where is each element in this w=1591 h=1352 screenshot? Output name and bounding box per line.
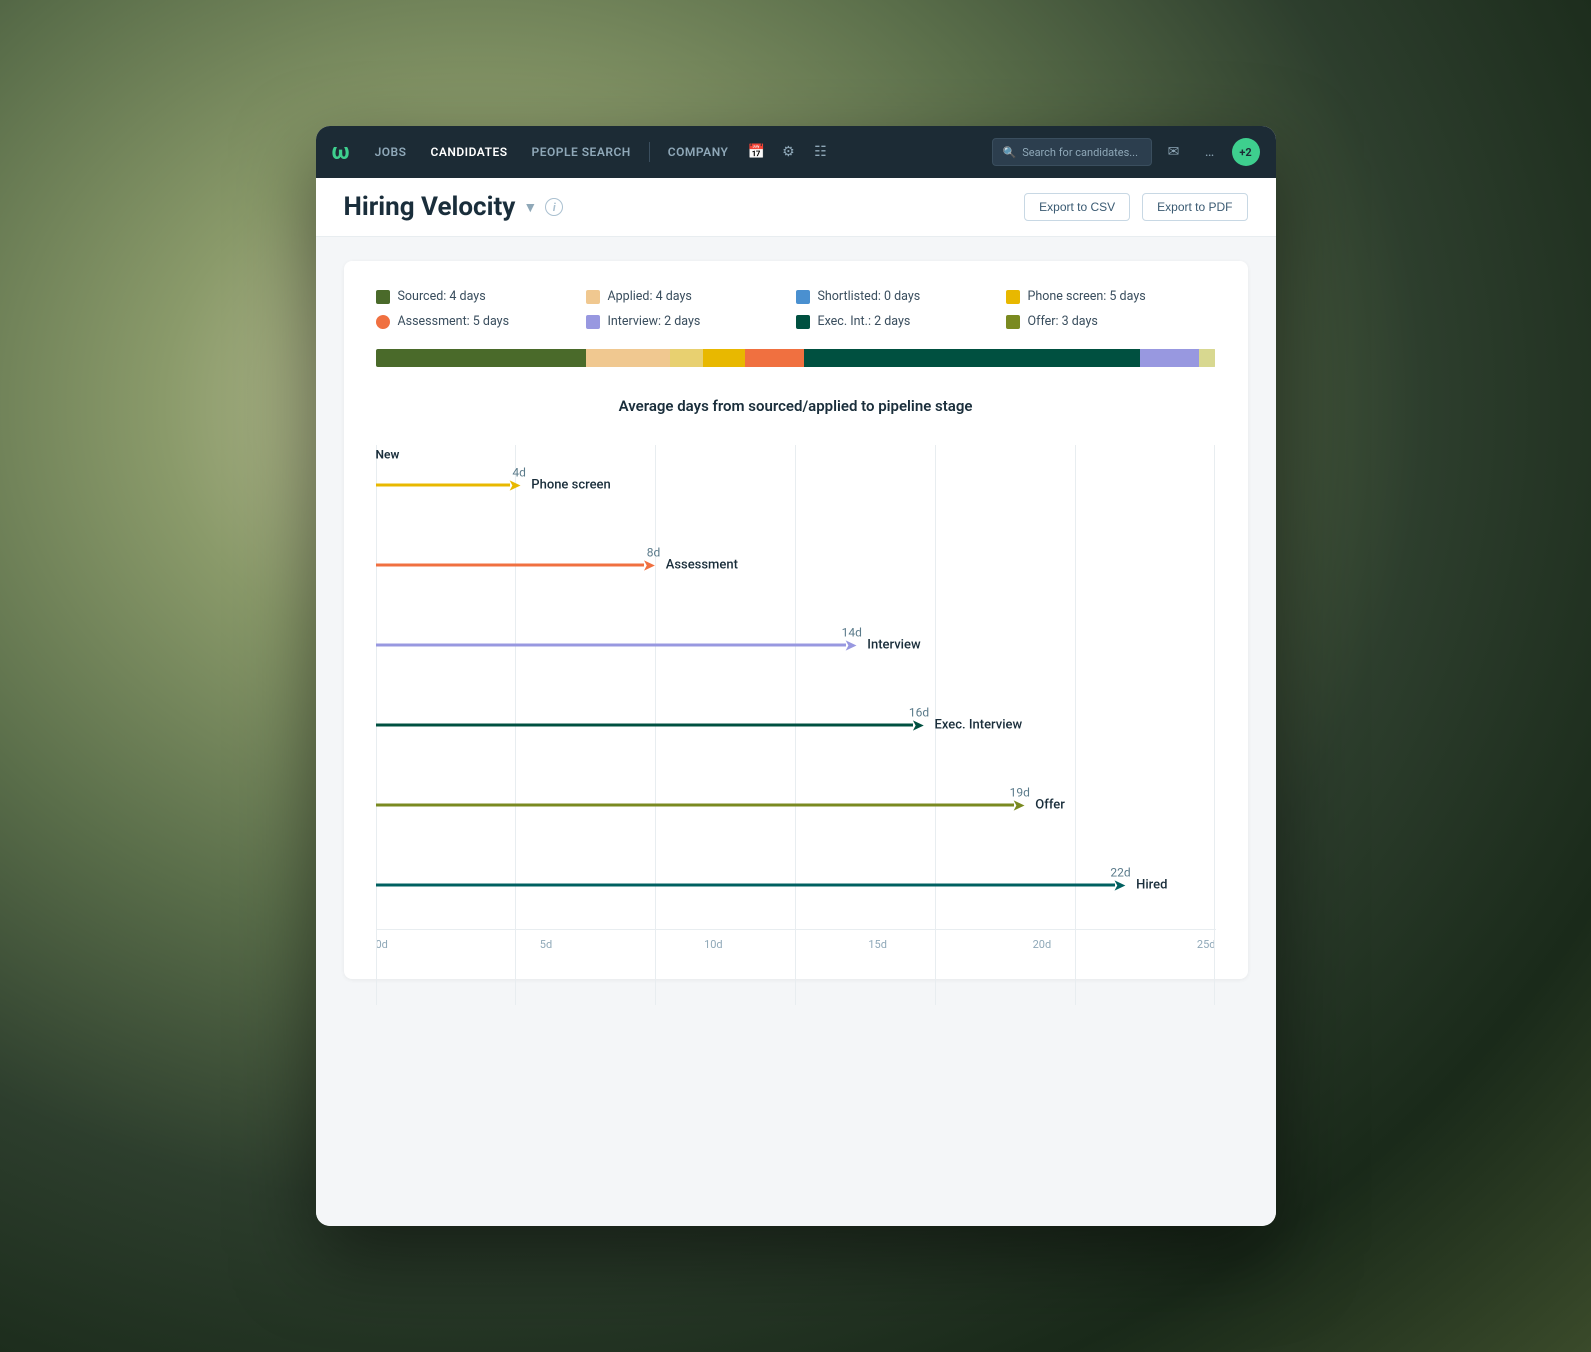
page-title: Hiring Velocity [344,192,516,222]
x-tick-20: 20d [1033,938,1197,951]
title-area: Hiring Velocity ▼ i [344,192,564,222]
search-bar[interactable]: 🔍 Search for candidates... [992,138,1152,166]
search-placeholder: Search for candidates... [1022,146,1138,159]
legend: Sourced: 4 days Applied: 4 days Shortlis… [376,289,1216,329]
export-csv-button[interactable]: Export to CSV [1024,193,1130,221]
legend-item-phone: Phone screen: 5 days [1006,289,1216,304]
sourced-label: Sourced: 4 days [398,289,486,304]
bar-strip [376,349,1216,367]
main-content: Sourced: 4 days Applied: 4 days Shortlis… [316,237,1276,1226]
x-axis: 0d 5d 10d 15d 20d 25d [376,929,1216,951]
gantt-days-exec: 16d [909,706,929,720]
gantt-area: New 4d ➤ Phone screen 8d [376,445,1216,951]
grid-icon[interactable]: ☷ [806,138,834,166]
gantt-days-phone: 4d [512,466,526,480]
chart-title: Average days from sourced/applied to pip… [376,397,1216,415]
gantt-days-assessment: 8d [647,546,661,560]
x-tick-5: 5d [540,938,704,951]
assessment-swatch [376,315,390,329]
applied-swatch [586,290,600,304]
gantt-days-offer: 19d [1010,786,1030,800]
offer-swatch [1006,315,1020,329]
nav-item-people-search[interactable]: PEOPLE SEARCH [522,139,641,165]
gantt-row-phone: New 4d ➤ Phone screen [376,445,1216,525]
offer-label: Offer: 3 days [1028,314,1098,329]
nav-divider [649,142,650,162]
gantt-row-interview: 14d ➤ Interview [376,605,1216,685]
export-buttons: Export to CSV Export to PDF [1024,193,1247,221]
info-icon[interactable]: i [545,198,563,216]
bar-exec [804,349,1140,367]
gantt-end-offer: Offer [1035,798,1065,813]
interview-swatch [586,315,600,329]
gantt-end-assessment: Assessment [666,558,738,573]
bar-phone [703,349,745,367]
settings-icon[interactable]: ⚙ [774,138,802,166]
gantt-start-new: New [376,448,400,462]
sourced-swatch [376,290,390,304]
legend-item-exec: Exec. Int.: 2 days [796,314,1006,329]
nav-item-candidates[interactable]: CANDIDATES [420,139,517,165]
bar-offer [1199,349,1216,367]
legend-item-applied: Applied: 4 days [586,289,796,304]
gantt-row-offer: 19d ➤ Offer [376,765,1216,845]
x-tick-15: 15d [868,938,1032,951]
nav-item-jobs[interactable]: JOBS [365,139,417,165]
legend-item-shortlisted: Shortlisted: 0 days [796,289,1006,304]
gantt-end-phone: Phone screen [531,478,610,493]
exec-label: Exec. Int.: 2 days [818,314,911,329]
dropdown-arrow-icon[interactable]: ▼ [523,199,537,216]
gantt-end-hired: Hired [1136,878,1167,893]
shortlisted-swatch [796,290,810,304]
avatar[interactable]: +2 [1232,138,1260,166]
shortlisted-label: Shortlisted: 0 days [818,289,921,304]
phone-label: Phone screen: 5 days [1028,289,1146,304]
gantt-line-hired: 22d [376,884,1115,887]
chart-card: Sourced: 4 days Applied: 4 days Shortlis… [344,261,1248,979]
gantt-line-offer: 19d [376,804,1014,807]
applied-label: Applied: 4 days [608,289,692,304]
legend-item-assessment: Assessment: 5 days [376,314,586,329]
bar-sourced [376,349,586,367]
x-tick-0: 0d [376,938,540,951]
gantt-row-hired: 22d ➤ Hired [376,845,1216,925]
apps-icon[interactable]: … [1196,138,1224,166]
page-header: Hiring Velocity ▼ i Export to CSV Export… [316,178,1276,237]
export-pdf-button[interactable]: Export to PDF [1142,193,1247,221]
browser-window: ω JOBS CANDIDATES PEOPLE SEARCH COMPANY … [316,126,1276,1226]
nav-right: 🔍 Search for candidates... ✉ … +2 [992,138,1260,166]
bar-assessment [745,349,804,367]
gantt-line-assessment: 8d [376,564,645,567]
gantt-row-assessment: 8d ➤ Assessment [376,525,1216,605]
x-tick-25: 25d [1197,938,1216,951]
legend-item-offer: Offer: 3 days [1006,314,1216,329]
legend-item-sourced: Sourced: 4 days [376,289,586,304]
gantt-end-exec: Exec. Interview [935,718,1023,733]
gantt-end-interview: Interview [867,638,920,653]
assessment-label: Assessment: 5 days [398,314,510,329]
exec-swatch [796,315,810,329]
bar-applied [586,349,670,367]
x-tick-10: 10d [704,938,868,951]
bar-interview [1140,349,1199,367]
bar-shortlisted [670,349,704,367]
legend-item-interview: Interview: 2 days [586,314,796,329]
gantt-row-exec: 16d ➤ Exec. Interview [376,685,1216,765]
phone-swatch [1006,290,1020,304]
calendar-icon[interactable]: 📅 [742,138,770,166]
navbar: ω JOBS CANDIDATES PEOPLE SEARCH COMPANY … [316,126,1276,178]
logo[interactable]: ω [332,140,349,165]
mail-icon[interactable]: ✉ [1160,138,1188,166]
gantt-days-hired: 22d [1110,866,1130,880]
search-icon: 🔍 [1003,146,1017,159]
gantt-line-exec: 16d [376,724,914,727]
nav-item-company[interactable]: COMPANY [658,139,739,165]
gantt-days-interview: 14d [842,626,862,640]
gantt-line-phone: 4d [376,484,510,487]
interview-label: Interview: 2 days [608,314,701,329]
gantt-line-interview: 14d [376,644,846,647]
